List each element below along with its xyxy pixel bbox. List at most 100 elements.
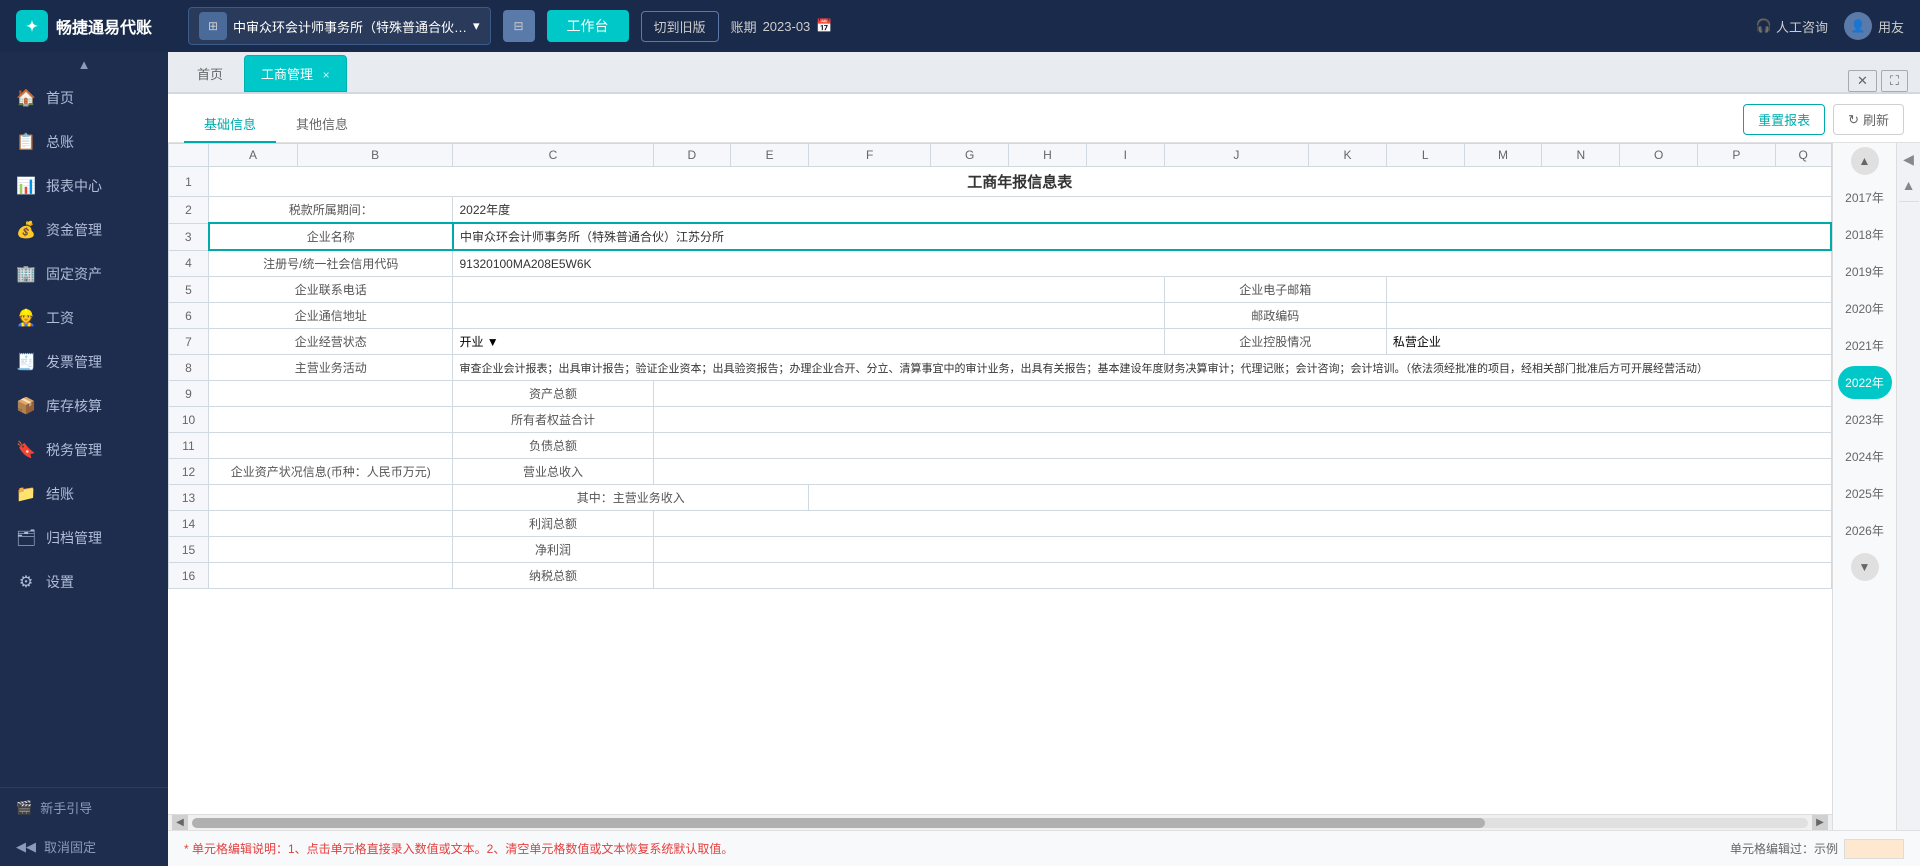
company-copy-icon[interactable]: ⊟	[503, 10, 535, 42]
corner-header	[169, 144, 209, 167]
cell-biz-status-label: 企业经营状态	[209, 329, 453, 355]
sidebar-item-invoice[interactable]: 🧾 发票管理	[0, 340, 168, 384]
window-controls: ✕ ⛶	[1848, 70, 1908, 92]
cell-period-value[interactable]: 2022年度	[453, 197, 1831, 224]
sidebar-item-label: 固定资产	[46, 264, 102, 284]
sidebar-item-reports[interactable]: 📊 报表中心	[0, 164, 168, 208]
sub-tab-basic-info[interactable]: 基础信息	[184, 106, 276, 143]
calendar-icon[interactable]: 📅	[816, 18, 832, 34]
tabs-bar: 首页 工商管理 × ✕ ⛶	[168, 52, 1920, 94]
year-item-2017[interactable]: 2017年	[1838, 181, 1892, 214]
cell-equity-value[interactable]	[653, 407, 1831, 433]
sidebar-item-close[interactable]: 📁 结账	[0, 472, 168, 516]
tax-icon: 🔖	[16, 440, 36, 460]
workbench-button[interactable]: 工作台	[547, 10, 629, 42]
cell-empty-11	[209, 433, 453, 459]
right-toggle-top: ◀ ▲	[1899, 147, 1919, 202]
example-box	[1844, 839, 1904, 859]
cell-biz-status-value[interactable]: 开业 ▼	[453, 329, 1164, 355]
year-scroll-down[interactable]: ▼	[1851, 553, 1879, 581]
close-button[interactable]: ✕	[1848, 70, 1877, 92]
cell-email-value[interactable]	[1386, 277, 1831, 303]
sidebar-item-new-guide[interactable]: 🎬 新手引导	[0, 788, 168, 827]
cell-total-tax-value[interactable]	[653, 563, 1831, 589]
cell-address-value[interactable]	[453, 303, 1164, 329]
sidebar-item-general-ledger[interactable]: 📋 总账	[0, 120, 168, 164]
panel-collapse-button[interactable]: ◀	[1899, 149, 1919, 169]
cell-main-revenue-value[interactable]	[809, 485, 1831, 511]
tab-business-mgmt[interactable]: 工商管理 ×	[244, 55, 347, 92]
table-row: 11 负债总额	[169, 433, 1832, 459]
cell-phone-label: 企业联系电话	[209, 277, 453, 303]
sidebar-scroll-up[interactable]: ▲	[0, 52, 168, 76]
cell-liabilities-value[interactable]	[653, 433, 1831, 459]
cell-biz-activity-label: 主营业务活动	[209, 355, 453, 381]
sidebar-item-label: 设置	[46, 572, 74, 592]
table-row: 4 注册号/统一社会信用代码 91320100MA208E5W6K	[169, 250, 1832, 277]
cell-empty-10	[209, 407, 453, 433]
sidebar: ▲ 🏠 首页 📋 总账 📊 报表中心 💰 资金管理 🏢 固定资产 👷 工资 🧾 …	[0, 52, 168, 866]
year-item-2020[interactable]: 2020年	[1838, 292, 1892, 325]
home-icon: 🏠	[16, 88, 36, 108]
right-panel-toggles: ◀ ▲	[1896, 143, 1920, 830]
sidebar-item-label: 库存核算	[46, 396, 102, 416]
spreadsheet-container[interactable]: A B C D E F G H I J	[168, 143, 1832, 814]
scroll-left-button[interactable]: ◀	[172, 815, 188, 831]
user-area[interactable]: 👤 用友	[1844, 12, 1904, 40]
reset-report-button[interactable]: 重置报表	[1743, 104, 1825, 135]
year-item-2025[interactable]: 2025年	[1838, 477, 1892, 510]
tab-close-icon[interactable]: ×	[323, 68, 330, 82]
cell-net-profit-value[interactable]	[653, 537, 1831, 563]
cell-phone-value[interactable]	[453, 277, 1164, 303]
year-item-2019[interactable]: 2019年	[1838, 255, 1892, 288]
cell-assets-info-label: 企业资产状况信息(币种：人民币万元)	[209, 459, 453, 485]
sub-tab-other-info[interactable]: 其他信息	[276, 106, 368, 143]
horizontal-scrollbar[interactable]: ◀ ▶	[168, 814, 1832, 830]
cell-shareholding-value[interactable]: 私营企业	[1386, 329, 1831, 355]
sidebar-item-fixed-assets[interactable]: 🏢 固定资产	[0, 252, 168, 296]
sidebar-item-salary[interactable]: 👷 工资	[0, 296, 168, 340]
sidebar-item-settings[interactable]: ⚙ 设置	[0, 560, 168, 604]
settings-icon: ⚙	[16, 572, 36, 592]
cell-company-name-value[interactable]: 中审众环会计师事务所（特殊普通合伙）江苏分所	[453, 223, 1831, 250]
cell-total-profit-label: 利润总额	[453, 511, 653, 537]
company-selector[interactable]: ⊞ 中审众环会计师事务所（特殊普通合伙… ▾	[188, 7, 491, 45]
sidebar-item-label: 报表中心	[46, 176, 102, 196]
sidebar-item-home[interactable]: 🏠 首页	[0, 76, 168, 120]
cell-total-profit-value[interactable]	[653, 511, 1831, 537]
tab-home[interactable]: 首页	[180, 55, 240, 92]
cell-biz-activity-value[interactable]: 审查企业会计报表；出具审计报告；验证企业资本；出具验资报告；办理企业合开、分立、…	[453, 355, 1831, 381]
year-item-2024[interactable]: 2024年	[1838, 440, 1892, 473]
cell-reg-num-value[interactable]: 91320100MA208E5W6K	[453, 250, 1831, 277]
year-item-2026[interactable]: 2026年	[1838, 514, 1892, 547]
scroll-right-button[interactable]: ▶	[1812, 815, 1828, 831]
sidebar-item-archive[interactable]: 🗂 归档管理	[0, 516, 168, 560]
scroll-track[interactable]	[192, 818, 1808, 828]
year-item-2021[interactable]: 2021年	[1838, 329, 1892, 362]
expand-button[interactable]: ⛶	[1881, 70, 1908, 92]
new-guide-label: 新手引导	[40, 798, 92, 817]
sidebar-item-unpin[interactable]: ◀◀ 取消固定	[0, 827, 168, 866]
tab-business-mgmt-label: 工商管理	[261, 67, 313, 82]
cell-postal-value[interactable]	[1386, 303, 1831, 329]
year-item-2018[interactable]: 2018年	[1838, 218, 1892, 251]
refresh-label: 刷新	[1863, 110, 1889, 129]
sidebar-item-tax[interactable]: 🔖 税务管理	[0, 428, 168, 472]
row-number: 13	[169, 485, 209, 511]
year-item-2023[interactable]: 2023年	[1838, 403, 1892, 436]
sidebar-item-fund[interactable]: 💰 资金管理	[0, 208, 168, 252]
panel-expand-button[interactable]: ▲	[1899, 175, 1919, 195]
year-item-2022[interactable]: 2022年	[1838, 366, 1892, 399]
cell-email-label: 企业电子邮箱	[1164, 277, 1386, 303]
cell-total-assets-value[interactable]	[653, 381, 1831, 407]
logo-icon: ✦	[16, 10, 48, 42]
sidebar-item-inventory[interactable]: 📦 库存核算	[0, 384, 168, 428]
table-row: 5 企业联系电话 企业电子邮箱	[169, 277, 1832, 303]
year-scroll-up[interactable]: ▲	[1851, 147, 1879, 175]
old-version-button[interactable]: 切到旧版	[641, 11, 719, 42]
cell-total-revenue-value[interactable]	[653, 459, 1831, 485]
row-number: 1	[169, 167, 209, 197]
refresh-button[interactable]: ↻ 刷新	[1833, 104, 1904, 135]
cell-empty-13	[209, 485, 453, 511]
support-button[interactable]: 🎧 人工咨询	[1756, 17, 1828, 36]
